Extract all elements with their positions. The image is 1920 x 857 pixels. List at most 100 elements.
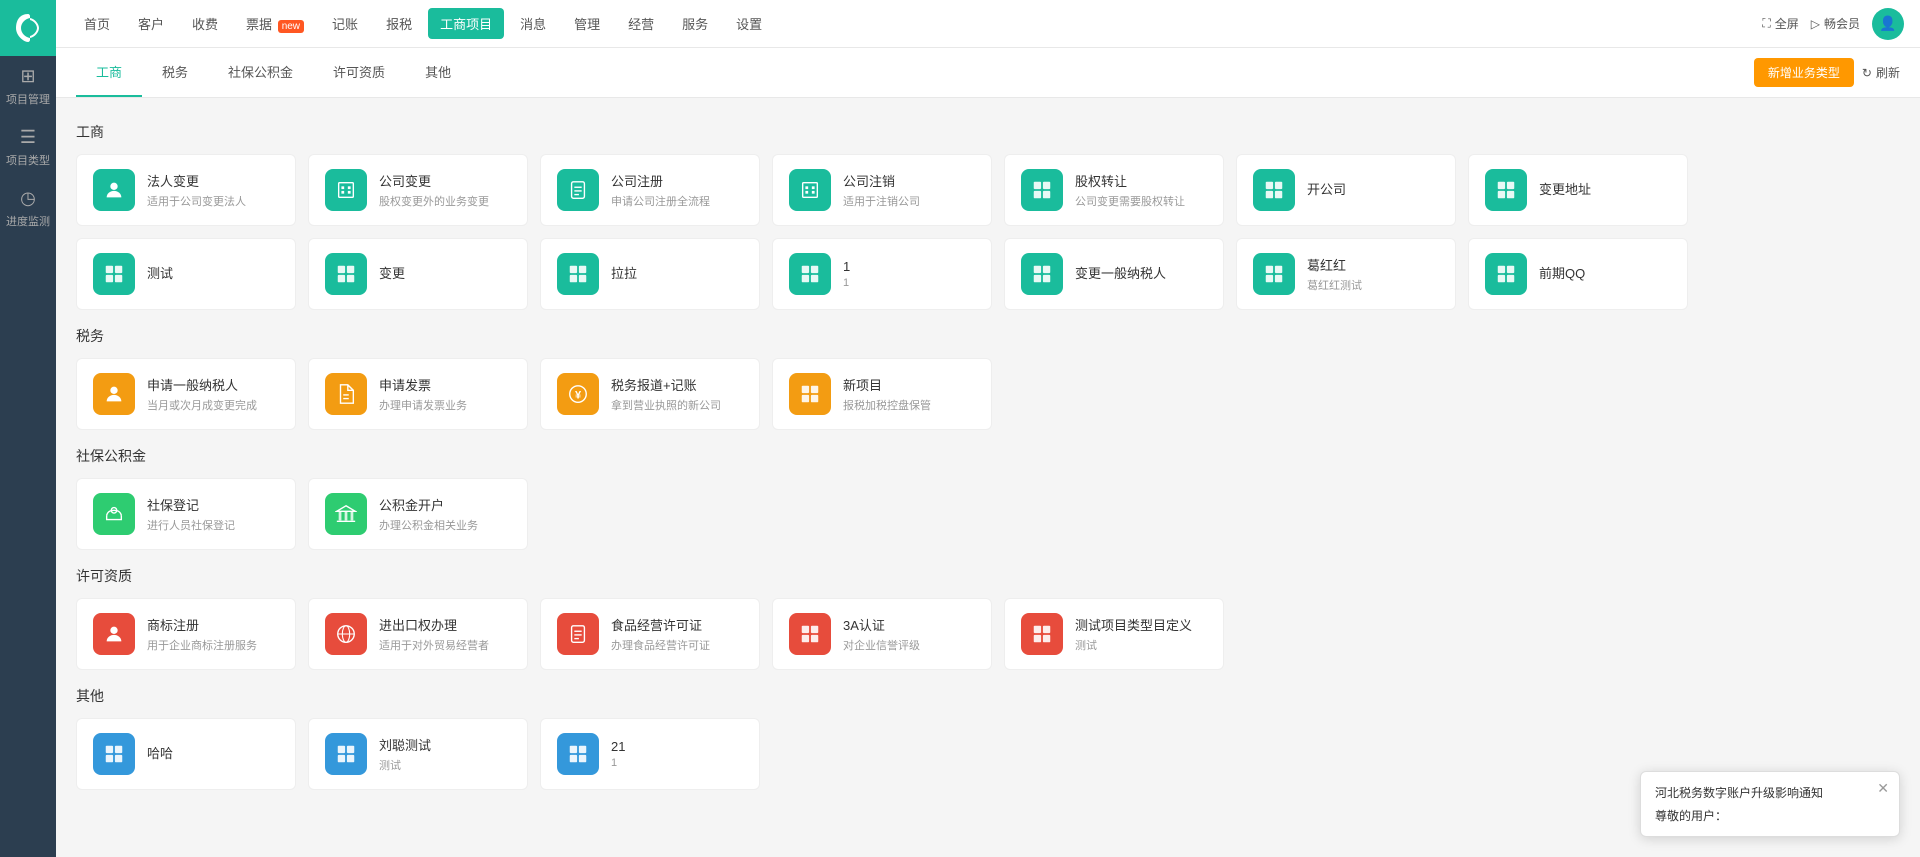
card-desc: 进行人员社保登记 — [147, 517, 279, 533]
nav-bookkeeping[interactable]: 记账 — [320, 8, 370, 39]
nav-bizproject[interactable]: 工商项目 — [428, 8, 504, 39]
list-item[interactable]: 食品经营许可证办理食品经营许可证 — [540, 598, 760, 670]
sidebar-item-projects[interactable]: ⊞ 项目管理 — [0, 56, 56, 117]
list-item[interactable]: 哈哈 — [76, 718, 296, 790]
list-item[interactable]: 11 — [772, 238, 992, 310]
member-button[interactable]: ▷ 畅会员 — [1811, 15, 1860, 32]
sidebar-item-types[interactable]: ☰ 项目类型 — [0, 117, 56, 178]
nav-customer[interactable]: 客户 — [126, 8, 176, 39]
list-item[interactable]: 社保登记进行人员社保登记 — [76, 478, 296, 550]
card-name: 公司注销 — [843, 171, 975, 190]
card-name: 拉拉 — [611, 263, 743, 282]
card-name: 公司变更 — [379, 171, 511, 190]
card-icon — [1021, 169, 1063, 211]
card-desc: 申请公司注册全流程 — [611, 193, 743, 209]
list-item[interactable]: 申请一般纳税人当月或次月成变更完成 — [76, 358, 296, 430]
section-title: 社保公积金 — [76, 446, 1900, 466]
list-item[interactable]: 新项目报税加税控盘保管 — [772, 358, 992, 430]
list-item[interactable]: 测试 — [76, 238, 296, 310]
main-content: 工商 税务 社保公积金 许可资质 其他 新增业务类型 ↻ 刷新 工商法人变更适用… — [56, 48, 1920, 822]
cards-grid: 社保登记进行人员社保登记公积金开户办理公积金相关业务 — [76, 478, 1900, 550]
nav-message[interactable]: 消息 — [508, 8, 558, 39]
list-item[interactable]: 刘聪测试测试 — [308, 718, 528, 790]
top-navigation: 首页 客户 收费 票据 new 记账 报税 工商项目 消息 管理 经营 服务 设… — [56, 0, 1920, 48]
card-icon — [557, 613, 599, 655]
tab-permit[interactable]: 许可资质 — [313, 48, 405, 97]
list-item[interactable]: 股权转让公司变更需要股权转让 — [1004, 154, 1224, 226]
card-name: 商标注册 — [147, 615, 279, 634]
list-item[interactable]: ¥税务报道+记账拿到营业执照的新公司 — [540, 358, 760, 430]
avatar[interactable]: 👤 — [1872, 8, 1904, 40]
nav-billing[interactable]: 收费 — [180, 8, 230, 39]
new-type-button[interactable]: 新增业务类型 — [1754, 58, 1854, 87]
card-icon — [789, 169, 831, 211]
section-title: 许可资质 — [76, 566, 1900, 586]
nav-badge-new: new — [278, 20, 304, 33]
card-desc: 报税加税控盘保管 — [843, 397, 975, 413]
list-item[interactable]: 公司注册申请公司注册全流程 — [540, 154, 760, 226]
nav-invoice[interactable]: 票据 new — [234, 8, 316, 39]
list-item[interactable]: 葛红红葛红红测试 — [1236, 238, 1456, 310]
card-icon — [1021, 253, 1063, 295]
list-item[interactable]: 公司变更股权变更外的业务变更 — [308, 154, 528, 226]
sidebar-label-projects: 项目管理 — [6, 91, 50, 107]
card-icon — [93, 253, 135, 295]
card-name: 股权转让 — [1075, 171, 1207, 190]
list-item[interactable]: 进出口权办理适用于对外贸易经营者 — [308, 598, 528, 670]
card-name: 刘聪测试 — [379, 735, 511, 754]
fullscreen-icon: ⛶ — [1762, 16, 1770, 31]
nav-settings[interactable]: 设置 — [724, 8, 774, 39]
nav-operation[interactable]: 经营 — [616, 8, 666, 39]
logo-icon — [12, 12, 44, 44]
nav-management[interactable]: 管理 — [562, 8, 612, 39]
card-desc: 办理食品经营许可证 — [611, 637, 743, 653]
card-desc: 办理公积金相关业务 — [379, 517, 511, 533]
section-title: 工商 — [76, 122, 1900, 142]
list-item[interactable]: 公积金开户办理公积金相关业务 — [308, 478, 528, 550]
list-item[interactable]: 变更 — [308, 238, 528, 310]
card-name: 食品经营许可证 — [611, 615, 743, 634]
card-icon: ¥ — [557, 373, 599, 415]
section-title: 其他 — [76, 686, 1900, 706]
tab-social[interactable]: 社保公积金 — [208, 48, 313, 97]
list-item[interactable]: 变更一般纳税人 — [1004, 238, 1224, 310]
fullscreen-button[interactable]: ⛶ 全屏 — [1762, 15, 1798, 32]
card-icon — [1485, 169, 1527, 211]
list-item[interactable]: 测试项目类型目定义测试 — [1004, 598, 1224, 670]
nav-home[interactable]: 首页 — [72, 8, 122, 39]
card-desc: 适用于注销公司 — [843, 193, 975, 209]
tab-tax[interactable]: 税务 — [142, 48, 208, 97]
tab-other[interactable]: 其他 — [405, 48, 471, 97]
list-item[interactable]: 前期QQ — [1468, 238, 1688, 310]
card-icon — [789, 253, 831, 295]
app-logo[interactable] — [0, 0, 56, 56]
card-name: 法人变更 — [147, 171, 279, 190]
list-item[interactable]: 公司注销适用于注销公司 — [772, 154, 992, 226]
card-desc: 用于企业商标注册服务 — [147, 637, 279, 653]
card-name: 税务报道+记账 — [611, 375, 743, 394]
refresh-button[interactable]: ↻ 刷新 — [1862, 64, 1900, 81]
list-item[interactable]: 法人变更适用于公司变更法人 — [76, 154, 296, 226]
card-name: 测试 — [147, 263, 279, 282]
card-icon — [1253, 253, 1295, 295]
tab-bizreg[interactable]: 工商 — [76, 48, 142, 97]
card-icon — [789, 613, 831, 655]
sidebar-item-progress[interactable]: ◷ 进度监测 — [0, 178, 56, 239]
nav-tax[interactable]: 报税 — [374, 8, 424, 39]
list-item[interactable]: 3A认证对企业信誉评级 — [772, 598, 992, 670]
card-desc: 适用于对外贸易经营者 — [379, 637, 511, 653]
list-item[interactable]: 开公司 — [1236, 154, 1456, 226]
progress-icon: ◷ — [20, 188, 36, 209]
list-item[interactable]: 变更地址 — [1468, 154, 1688, 226]
list-item[interactable]: 申请发票办理申请发票业务 — [308, 358, 528, 430]
list-item[interactable]: 拉拉 — [540, 238, 760, 310]
list-item[interactable]: 商标注册用于企业商标注册服务 — [76, 598, 296, 670]
nav-service[interactable]: 服务 — [670, 8, 720, 39]
card-name: 变更 — [379, 263, 511, 282]
card-icon — [325, 373, 367, 415]
notification-close-button[interactable]: ✕ — [1877, 780, 1889, 797]
section-title: 税务 — [76, 326, 1900, 346]
list-item[interactable]: 211 — [540, 718, 760, 790]
tab-actions: 新增业务类型 ↻ 刷新 — [1754, 58, 1900, 87]
card-desc: 测试 — [379, 757, 511, 773]
